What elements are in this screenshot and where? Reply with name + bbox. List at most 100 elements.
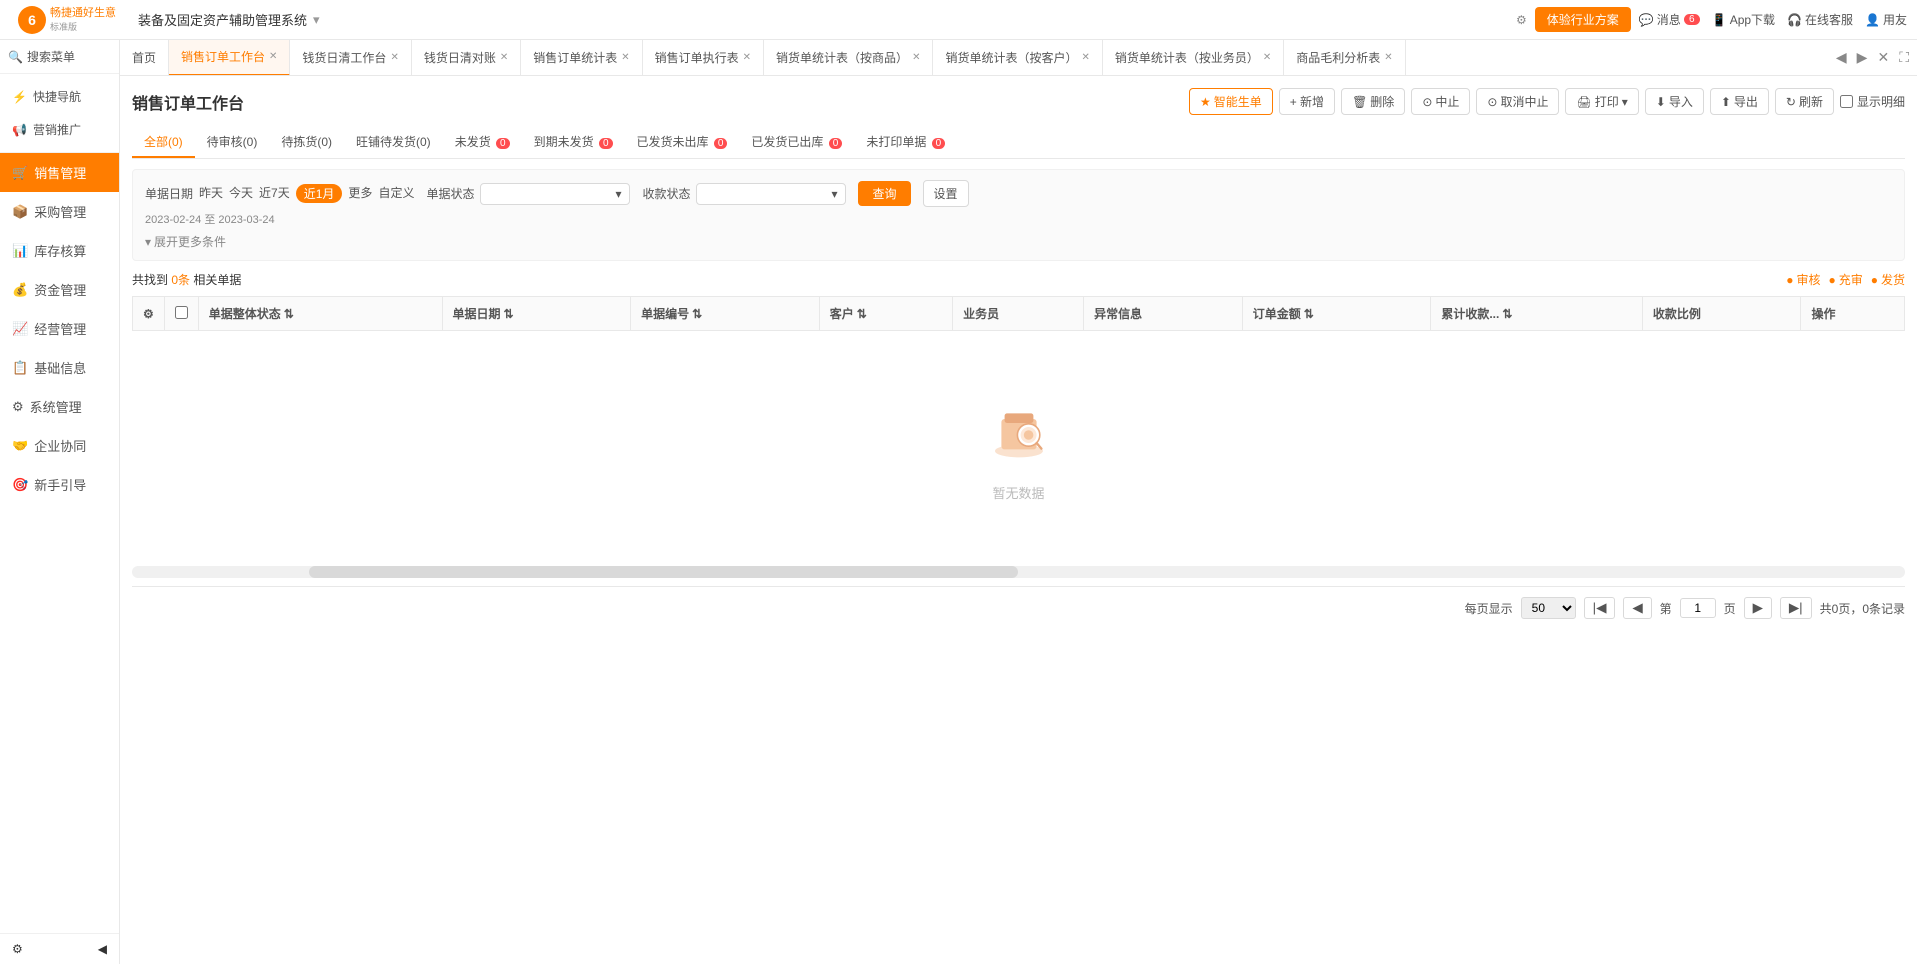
cancel-stop-button[interactable]: ⊙ 取消中止 xyxy=(1476,88,1559,115)
footer-collapse-icon[interactable]: ◀ xyxy=(98,942,107,956)
trial-button[interactable]: 体验行业方案 xyxy=(1535,7,1631,32)
sub-tab-shipped-not-out[interactable]: 已发货未出库 0 xyxy=(625,127,740,158)
date-7days[interactable]: 近7天 xyxy=(259,184,290,203)
setting-button[interactable]: 设置 xyxy=(923,180,969,207)
date-1month[interactable]: 近1月 xyxy=(296,184,343,203)
th-date[interactable]: 单据日期 ⇅ xyxy=(442,297,631,331)
stop-button[interactable]: ⊙ 中止 xyxy=(1411,88,1470,115)
th-exception[interactable]: 异常信息 xyxy=(1084,297,1243,331)
sidebar-item-finance[interactable]: 💰 资金管理 xyxy=(0,270,119,309)
sidebar-item-inventory[interactable]: 📊 库存核算 xyxy=(0,231,119,270)
add-button[interactable]: + 新增 xyxy=(1279,88,1335,115)
tab-close-sales-order[interactable]: ✕ xyxy=(269,51,277,62)
audit-action-btn[interactable]: ● 审核 xyxy=(1786,271,1820,288)
import-button[interactable]: ⬇ 导入 xyxy=(1645,88,1704,115)
horizontal-scrollbar[interactable] xyxy=(132,566,1905,578)
tab-sales-by-product[interactable]: 销货单统计表（按商品） ✕ xyxy=(764,40,933,76)
footer-settings-icon[interactable]: ⚙ xyxy=(12,942,23,956)
tab-close-reconcile[interactable]: ✕ xyxy=(500,52,508,63)
sub-tab-shipped-out[interactable]: 已发货已出库 0 xyxy=(739,127,854,158)
topbar-settings-icon[interactable]: ⚙ xyxy=(1516,13,1527,27)
search-menu-btn[interactable]: 🔍 搜索菜单 xyxy=(0,40,119,74)
date-yesterday[interactable]: 昨天 xyxy=(199,184,223,203)
tab-sales-by-customer[interactable]: 销货单统计表（按客户） ✕ xyxy=(933,40,1102,76)
revoke-action-btn[interactable]: ● 充审 xyxy=(1828,271,1862,288)
sidebar-item-guide[interactable]: 🎯 新手引导 xyxy=(0,465,119,504)
dropdown-arrow-icon[interactable]: ▾ xyxy=(313,12,320,28)
th-staff[interactable]: 业务员 xyxy=(953,297,1084,331)
query-button[interactable]: 查询 xyxy=(858,181,910,206)
tab-cash-clear[interactable]: 钱货日清工作台 ✕ xyxy=(290,40,411,76)
ship-action-btn[interactable]: ● 发货 xyxy=(1871,271,1905,288)
refresh-button[interactable]: ↻ 刷新 xyxy=(1775,88,1834,115)
th-customer[interactable]: 客户 ⇅ xyxy=(819,297,952,331)
sidebar-item-purchase[interactable]: 📦 采购管理 xyxy=(0,192,119,231)
sidebar-item-sales[interactable]: 🛒 销售管理 xyxy=(0,153,119,192)
tab-close-by-customer[interactable]: ✕ xyxy=(1081,52,1089,63)
message-btn[interactable]: 💬 消息 6 xyxy=(1639,11,1700,28)
expand-filter-btn[interactable]: ▾ 展开更多条件 xyxy=(145,233,1892,250)
th-checkbox[interactable] xyxy=(164,297,198,331)
date-more[interactable]: 更多 xyxy=(348,184,372,203)
sidebar-item-marketing[interactable]: 📢 营销推广 xyxy=(0,113,119,146)
tab-sales-order[interactable]: 销售订单工作台 ✕ xyxy=(169,40,290,76)
th-settings[interactable]: ⚙ xyxy=(133,297,165,331)
th-accum-payment[interactable]: 累计收款... ⇅ xyxy=(1431,297,1643,331)
sub-tab-pending-audit[interactable]: 待审核(0) xyxy=(195,127,270,158)
sidebar-item-operation[interactable]: 📈 经营管理 xyxy=(0,309,119,348)
sidebar-item-basic-info[interactable]: 📋 基础信息 xyxy=(0,348,119,387)
sidebar-item-quick-nav[interactable]: ⚡ 快捷导航 xyxy=(0,80,119,113)
tab-order-stats[interactable]: 销售订单统计表 ✕ xyxy=(521,40,642,76)
th-num[interactable]: 单据编号 ⇅ xyxy=(631,297,820,331)
tab-order-exec[interactable]: 销售订单执行表 ✕ xyxy=(643,40,764,76)
payment-select[interactable]: ▾ xyxy=(696,183,846,205)
tab-home[interactable]: 首页 xyxy=(120,40,169,76)
tab-close-order-stats[interactable]: ✕ xyxy=(621,52,629,63)
sub-tab-all[interactable]: 全部(0) xyxy=(132,127,195,158)
tab-close-by-product[interactable]: ✕ xyxy=(912,52,920,63)
tab-close-cash-clear[interactable]: ✕ xyxy=(390,52,398,63)
sidebar-item-system[interactable]: ⚙ 系统管理 xyxy=(0,387,119,426)
select-all-checkbox[interactable] xyxy=(175,306,188,319)
tab-fullscreen-btn[interactable]: ⛶ xyxy=(1895,47,1913,68)
export-button[interactable]: ⬆ 导出 xyxy=(1710,88,1769,115)
th-status[interactable]: 单据整体状态 ⇅ xyxy=(198,297,442,331)
app-download-btn[interactable]: 📱 App下载 xyxy=(1712,11,1775,28)
tab-close-profit[interactable]: ✕ xyxy=(1384,52,1392,63)
scroll-thumb[interactable] xyxy=(309,566,1018,578)
date-today[interactable]: 今天 xyxy=(229,184,253,203)
tab-reconcile[interactable]: 钱货日清对账 ✕ xyxy=(412,40,521,76)
sub-tab-overdue-ship[interactable]: 到期未发货 0 xyxy=(522,127,625,158)
sidebar-item-cooperation[interactable]: 🤝 企业协同 xyxy=(0,426,119,465)
system-icon: ⚙ xyxy=(12,399,24,415)
status-select[interactable]: ▾ xyxy=(480,183,630,205)
online-service-btn[interactable]: 🎧 在线客服 xyxy=(1787,11,1853,28)
tab-profit-analysis[interactable]: 商品毛利分析表 ✕ xyxy=(1284,40,1405,76)
th-amount[interactable]: 订单金额 ⇅ xyxy=(1242,297,1431,331)
audit-circle-icon: ● xyxy=(1786,273,1793,287)
tab-close-order-exec[interactable]: ✕ xyxy=(743,52,751,63)
tab-next-btn[interactable]: ▶ xyxy=(1853,47,1872,68)
user-menu-btn[interactable]: 👤 用友 xyxy=(1865,11,1907,28)
sub-tab-not-shipped[interactable]: 未发货 0 xyxy=(443,127,522,158)
show-detail-label[interactable]: 显示明细 xyxy=(1840,93,1905,110)
page-first-btn[interactable]: |◀ xyxy=(1584,597,1616,619)
tab-sales-by-staff[interactable]: 销货单统计表（按业务员） ✕ xyxy=(1103,40,1284,76)
tab-close-by-staff[interactable]: ✕ xyxy=(1263,52,1271,63)
date-custom[interactable]: 自定义 xyxy=(378,184,414,203)
result-bar: 共找到 0条 相关单据 ● 审核 ● 充审 xyxy=(132,271,1905,288)
sub-tab-wangpu[interactable]: 旺铺待发货(0) xyxy=(344,127,443,158)
page-size-select[interactable]: 50 100 200 xyxy=(1521,597,1576,619)
page-prev-btn[interactable]: ◀ xyxy=(1623,597,1651,619)
page-last-btn[interactable]: ▶| xyxy=(1780,597,1812,619)
tab-prev-btn[interactable]: ◀ xyxy=(1832,47,1851,68)
smart-create-button[interactable]: ★ 智能生单 xyxy=(1189,88,1273,115)
delete-button[interactable]: 🗑 删除 xyxy=(1341,88,1405,115)
sub-tab-not-printed[interactable]: 未打印单据 0 xyxy=(854,127,957,158)
page-next-btn[interactable]: ▶ xyxy=(1744,597,1772,619)
print-button[interactable]: 🖨 打印 ▾ xyxy=(1565,88,1638,115)
sub-tab-pending-pick[interactable]: 待拣货(0) xyxy=(269,127,344,158)
page-input[interactable] xyxy=(1680,598,1716,618)
tab-close-all-btn[interactable]: ✕ xyxy=(1873,47,1893,68)
show-detail-checkbox[interactable] xyxy=(1840,95,1853,108)
